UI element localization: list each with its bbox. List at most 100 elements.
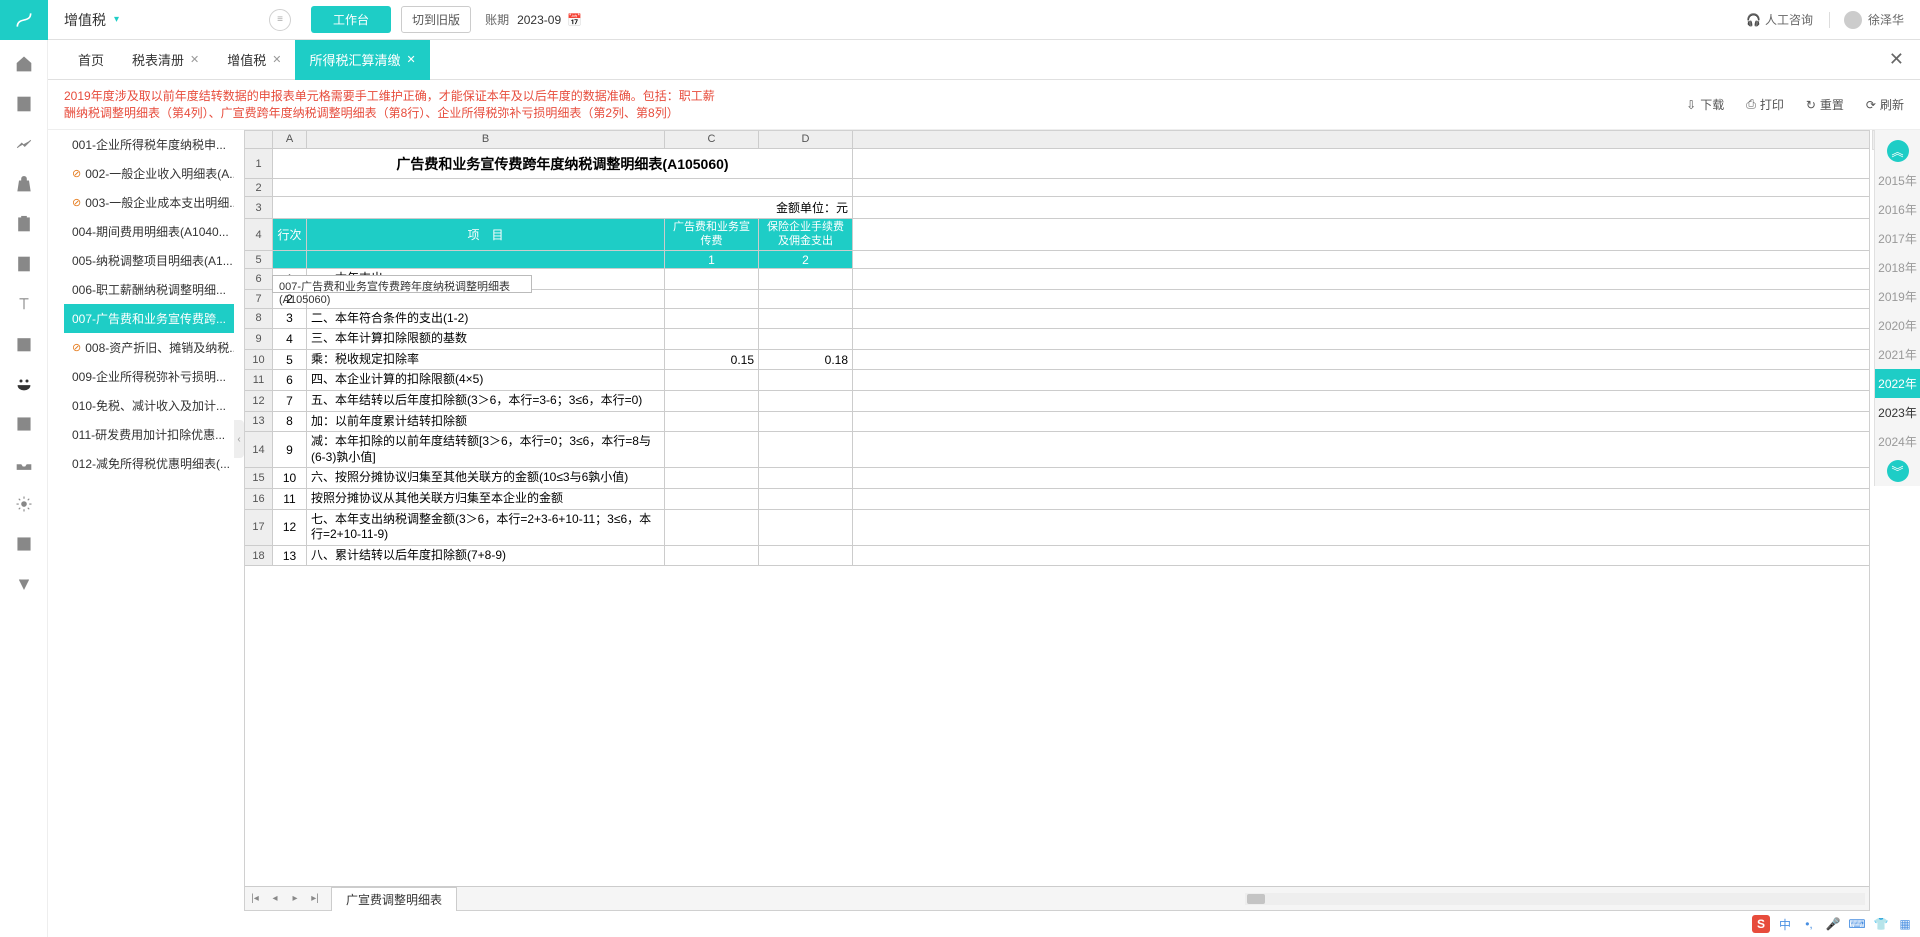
download-button[interactable]: ⇩下载 xyxy=(1686,96,1724,113)
year-item[interactable]: 2023年 xyxy=(1875,398,1920,427)
clipboard-icon[interactable] xyxy=(14,214,34,234)
cell-value-2[interactable] xyxy=(759,489,853,509)
username[interactable]: 徐泽华 xyxy=(1868,11,1904,28)
smile-icon[interactable] xyxy=(14,374,34,394)
cell-project[interactable]: 四、本企业计算的扣除限额(4×5) xyxy=(307,370,665,390)
doc-icon[interactable]: ≡ xyxy=(269,9,291,31)
text-icon[interactable] xyxy=(14,294,34,314)
cell-project[interactable]: 按照分摊协议从其他关联方归集至本企业的金额 xyxy=(307,489,665,509)
cell-project[interactable]: 五、本年结转以后年度扣除额(3＞6，本行=3-6；3≤6，本行=0) xyxy=(307,391,665,411)
year-item[interactable]: 2015年 xyxy=(1875,166,1920,195)
v-icon[interactable] xyxy=(14,574,34,594)
avatar-icon[interactable] xyxy=(1844,11,1862,29)
row-header[interactable]: 8 xyxy=(245,309,273,329)
reset-button[interactable]: ↻重置 xyxy=(1806,96,1844,113)
cell-project[interactable]: 二、本年符合条件的支出(1-2) xyxy=(307,309,665,329)
cell-rownum[interactable]: 7 xyxy=(273,391,307,411)
cell-value-2[interactable] xyxy=(759,468,853,488)
sheet-tab[interactable]: 广宣费调整明细表 xyxy=(331,887,457,911)
tab-0[interactable]: 首页 xyxy=(64,40,118,80)
sheet-nav-last[interactable]: ▸| xyxy=(305,893,325,904)
ime-zhong-icon[interactable]: 中 xyxy=(1776,915,1794,933)
row-header[interactable]: 15 xyxy=(245,468,273,488)
period-value[interactable]: 2023-09 xyxy=(517,13,561,27)
year-up-button[interactable]: ︽ xyxy=(1887,140,1909,162)
tree-item-5[interactable]: 006-职工薪酬纳税调整明细... xyxy=(64,275,234,304)
cell-value-1[interactable] xyxy=(665,412,759,432)
refresh-button[interactable]: ⟳刷新 xyxy=(1866,96,1904,113)
cell-value-2[interactable] xyxy=(759,546,853,566)
horizontal-scrollbar[interactable] xyxy=(1245,893,1865,905)
row-header[interactable]: 4 xyxy=(245,219,273,250)
cell-project[interactable]: 加：以前年度累计结转扣除额 xyxy=(307,412,665,432)
cell-project[interactable]: 六、按照分摊协议归集至其他关联方的金额(10≤3与6孰小值) xyxy=(307,468,665,488)
tree-item-6[interactable]: 007-广告费和业务宣传费跨... xyxy=(64,304,234,333)
cell-value-2[interactable] xyxy=(759,510,853,545)
year-item[interactable]: 2019年 xyxy=(1875,282,1920,311)
select-all-corner[interactable] xyxy=(245,131,273,148)
calendar2-icon[interactable] xyxy=(14,334,34,354)
tab-2[interactable]: 增值税✕ xyxy=(213,40,295,80)
inbox-icon[interactable] xyxy=(14,454,34,474)
tab-close-icon[interactable]: ✕ xyxy=(407,53,416,66)
cell-rownum[interactable]: 6 xyxy=(273,370,307,390)
module-dropdown-icon[interactable]: ▾ xyxy=(114,14,119,25)
tree-item-1[interactable]: ⊘002-一般企业收入明细表(A... xyxy=(64,159,234,188)
bag-icon[interactable] xyxy=(14,174,34,194)
year-item[interactable]: 2016年 xyxy=(1875,195,1920,224)
cell-value-2[interactable] xyxy=(759,290,853,308)
cell-project[interactable]: 减：本年扣除的以前年度结转额[3＞6，本行=0；3≤6，本行=8与(6-3)孰小… xyxy=(307,432,665,467)
cell-rownum[interactable]: 5 xyxy=(273,350,307,370)
consult-button[interactable]: 🎧 人工咨询 xyxy=(1746,11,1813,28)
ime-mic-icon[interactable]: 🎤 xyxy=(1824,915,1842,933)
cell-rownum[interactable]: 10 xyxy=(273,468,307,488)
row-header[interactable]: 16 xyxy=(245,489,273,509)
cell-rownum[interactable]: 8 xyxy=(273,412,307,432)
calendar-icon[interactable]: 📅 xyxy=(567,13,582,27)
formula-bar[interactable]: 007-广告费和业务宣传费跨年度纳税调整明细表(A105060) xyxy=(272,275,532,293)
tree-item-10[interactable]: 011-研发费用加计扣除优惠... xyxy=(64,420,234,449)
cell-value-1[interactable] xyxy=(665,468,759,488)
cell-value-1[interactable] xyxy=(665,432,759,467)
row-header[interactable]: 18 xyxy=(245,546,273,566)
gear-icon[interactable] xyxy=(14,494,34,514)
row-header[interactable]: 5 xyxy=(245,251,273,268)
year-item[interactable]: 2020年 xyxy=(1875,311,1920,340)
tree-item-11[interactable]: 012-减免所得税优惠明细表(... xyxy=(64,449,234,478)
tree-item-4[interactable]: 005-纳税调整项目明细表(A1... xyxy=(64,246,234,275)
ime-skin-icon[interactable]: 👕 xyxy=(1872,915,1890,933)
row-header[interactable]: 6 xyxy=(245,269,273,289)
row-header[interactable]: 7 xyxy=(245,290,273,308)
cell-value-2[interactable] xyxy=(759,412,853,432)
cell-rownum[interactable]: 4 xyxy=(273,329,307,349)
tree-item-2[interactable]: ⊘003-一般企业成本支出明细... xyxy=(64,188,234,217)
cell-project[interactable]: 三、本年计算扣除限额的基数 xyxy=(307,329,665,349)
cell-project[interactable]: 八、累计结转以后年度扣除额(7+8-9) xyxy=(307,546,665,566)
tree-item-8[interactable]: 009-企业所得税弥补亏损明... xyxy=(64,362,234,391)
cell-rownum[interactable]: 9 xyxy=(273,432,307,467)
cell-value-2[interactable] xyxy=(759,309,853,329)
tab-3[interactable]: 所得税汇算清缴✕ xyxy=(295,40,429,80)
cell-rownum[interactable]: 3 xyxy=(273,309,307,329)
row-header[interactable]: 14 xyxy=(245,432,273,467)
cell-project[interactable]: 乘：税收规定扣除率 xyxy=(307,350,665,370)
tree-item-0[interactable]: 001-企业所得税年度纳税申... xyxy=(64,130,234,159)
cell-value-2[interactable]: 0.18 xyxy=(759,350,853,370)
cell-rownum[interactable]: 11 xyxy=(273,489,307,509)
cell-value-1[interactable] xyxy=(665,370,759,390)
print-button[interactable]: ⎙打印 xyxy=(1746,96,1784,113)
cell-value-2[interactable] xyxy=(759,269,853,289)
cell-value-1[interactable] xyxy=(665,391,759,411)
year-item[interactable]: 2022年 xyxy=(1875,369,1920,398)
tree-item-7[interactable]: ⊘008-资产折旧、摊销及纳税... xyxy=(64,333,234,362)
collapse-handle[interactable]: ‹ xyxy=(234,420,244,458)
cell-value-2[interactable] xyxy=(759,391,853,411)
cell-value-2[interactable] xyxy=(759,370,853,390)
ime-grid-icon[interactable]: ▦ xyxy=(1896,915,1914,933)
doc-list-icon[interactable] xyxy=(14,94,34,114)
row-header[interactable]: 1 xyxy=(245,149,273,178)
cell-value-1[interactable] xyxy=(665,269,759,289)
row-header[interactable]: 13 xyxy=(245,412,273,432)
cell-rownum[interactable]: 12 xyxy=(273,510,307,545)
row-header[interactable]: 11 xyxy=(245,370,273,390)
